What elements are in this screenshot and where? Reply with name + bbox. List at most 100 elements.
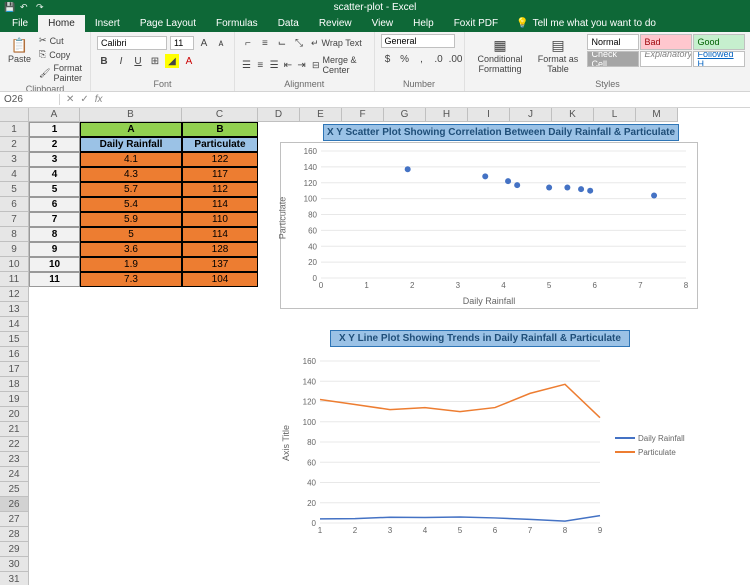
row-header-17[interactable]: 17 — [0, 362, 28, 377]
col-header-K[interactable]: K — [552, 108, 594, 121]
inc-decimal-button[interactable]: .0 — [432, 52, 446, 66]
style-explanatory[interactable]: Explanatory ... — [640, 51, 692, 67]
cell-C11[interactable]: 104 — [182, 272, 258, 287]
row-header-29[interactable]: 29 — [0, 542, 28, 557]
tab-home[interactable]: Home — [38, 15, 85, 32]
cell-B3[interactable]: 4.1 — [80, 152, 182, 167]
fx-icon[interactable]: fx — [95, 94, 103, 105]
merge-button[interactable]: ⊟Merge & Center — [310, 54, 368, 76]
indent-dec-button[interactable]: ⇤ — [283, 58, 294, 72]
format-as-table-button[interactable]: ▤ Format as Table — [534, 34, 583, 76]
row-header-2[interactable]: 2 — [0, 137, 28, 152]
currency-button[interactable]: $ — [381, 52, 395, 66]
row-header-20[interactable]: 20 — [0, 407, 28, 422]
row-header-8[interactable]: 8 — [0, 227, 28, 242]
row-header-27[interactable]: 27 — [0, 512, 28, 527]
decrease-font-icon[interactable]: ᴀ — [214, 36, 228, 50]
row-header-7[interactable]: 7 — [0, 212, 28, 227]
row-header-10[interactable]: 10 — [0, 257, 28, 272]
row-header-9[interactable]: 9 — [0, 242, 28, 257]
cell-A4[interactable]: 4 — [29, 167, 80, 182]
col-header-H[interactable]: H — [426, 108, 468, 121]
fill-color-button[interactable]: ◢ — [165, 54, 179, 68]
row-header-19[interactable]: 19 — [0, 392, 28, 407]
col-header-I[interactable]: I — [468, 108, 510, 121]
tab-review[interactable]: Review — [309, 15, 362, 32]
row-header-4[interactable]: 4 — [0, 167, 28, 182]
align-center-button[interactable]: ≡ — [255, 58, 266, 72]
align-middle-button[interactable]: ≡ — [258, 36, 272, 50]
cell-C5[interactable]: 112 — [182, 182, 258, 197]
cancel-icon[interactable]: ✕ — [66, 94, 74, 105]
cell-C8[interactable]: 114 — [182, 227, 258, 242]
scatter-chart[interactable]: Particulate Daily Rainfall 0204060801001… — [280, 142, 698, 309]
tab-foxit[interactable]: Foxit PDF — [444, 15, 508, 32]
col-header-L[interactable]: L — [594, 108, 636, 121]
align-bottom-button[interactable]: ⌙ — [275, 36, 289, 50]
dec-decimal-button[interactable]: .00 — [449, 52, 463, 66]
row-header-1[interactable]: 1 — [0, 122, 28, 137]
cell-A7[interactable]: 7 — [29, 212, 80, 227]
cell-C10[interactable]: 137 — [182, 257, 258, 272]
cell-C7[interactable]: 110 — [182, 212, 258, 227]
row-header-12[interactable]: 12 — [0, 287, 28, 302]
name-box[interactable]: O26 — [0, 94, 60, 105]
tell-me-search[interactable]: 💡 Tell me what you want to do — [516, 18, 656, 32]
col-header-G[interactable]: G — [384, 108, 426, 121]
col-header-B[interactable]: B — [80, 108, 182, 121]
cell-C1[interactable]: B — [182, 122, 258, 137]
cell-B10[interactable]: 1.9 — [80, 257, 182, 272]
copy-button[interactable]: ⎘Copy — [37, 48, 84, 61]
row-header-23[interactable]: 23 — [0, 452, 28, 467]
tab-file[interactable]: File — [2, 15, 38, 32]
row-header-26[interactable]: 26 — [0, 497, 28, 512]
row-header-15[interactable]: 15 — [0, 332, 28, 347]
line-chart[interactable]: Axis Title 02040608010012014016012345678… — [280, 353, 698, 548]
align-right-button[interactable]: ☰ — [269, 58, 280, 72]
col-header-A[interactable]: A — [29, 108, 80, 121]
orientation-button[interactable]: ⤡ — [292, 36, 306, 50]
worksheet-grid[interactable]: ABCDEFGHIJKLM 12345678910111213141516171… — [0, 108, 750, 585]
font-size-combo[interactable]: 11 — [170, 36, 194, 50]
cell-B5[interactable]: 5.7 — [80, 182, 182, 197]
col-header-C[interactable]: C — [182, 108, 258, 121]
tab-formulas[interactable]: Formulas — [206, 15, 268, 32]
tab-help[interactable]: Help — [403, 15, 444, 32]
style-followed-link[interactable]: Followed H — [693, 51, 745, 67]
percent-button[interactable]: % — [398, 52, 412, 66]
style-normal[interactable]: Normal — [587, 34, 639, 50]
cell-B6[interactable]: 5.4 — [80, 197, 182, 212]
style-good[interactable]: Good — [693, 34, 745, 50]
autosave-icon[interactable]: 💾 — [4, 2, 14, 12]
col-header-D[interactable]: D — [258, 108, 300, 121]
enter-icon[interactable]: ✓ — [80, 94, 88, 105]
align-top-button[interactable]: ⌐ — [241, 36, 255, 50]
paste-button[interactable]: 📋 Paste — [6, 34, 33, 66]
row-header-21[interactable]: 21 — [0, 422, 28, 437]
cell-A1[interactable]: 1 — [29, 122, 80, 137]
cell-C2[interactable]: Particulate — [182, 137, 258, 152]
style-bad[interactable]: Bad — [640, 34, 692, 50]
cell-A10[interactable]: 10 — [29, 257, 80, 272]
cell-B8[interactable]: 5 — [80, 227, 182, 242]
cell-C9[interactable]: 128 — [182, 242, 258, 257]
redo-icon[interactable]: ↷ — [36, 2, 46, 12]
row-header-25[interactable]: 25 — [0, 482, 28, 497]
row-header-14[interactable]: 14 — [0, 317, 28, 332]
row-header-5[interactable]: 5 — [0, 182, 28, 197]
cell-C4[interactable]: 117 — [182, 167, 258, 182]
cell-A6[interactable]: 6 — [29, 197, 80, 212]
undo-icon[interactable]: ↶ — [20, 2, 30, 12]
font-color-button[interactable]: A — [182, 54, 196, 68]
row-header-24[interactable]: 24 — [0, 467, 28, 482]
bold-button[interactable]: B — [97, 54, 111, 68]
tab-view[interactable]: View — [362, 15, 404, 32]
select-all-corner[interactable] — [0, 108, 29, 122]
cell-B2[interactable]: Daily Rainfall — [80, 137, 182, 152]
row-header-6[interactable]: 6 — [0, 197, 28, 212]
col-header-E[interactable]: E — [300, 108, 342, 121]
style-check-cell[interactable]: Check Cell — [587, 51, 639, 67]
row-header-11[interactable]: 11 — [0, 272, 28, 287]
row-header-16[interactable]: 16 — [0, 347, 28, 362]
row-header-31[interactable]: 31 — [0, 572, 28, 585]
